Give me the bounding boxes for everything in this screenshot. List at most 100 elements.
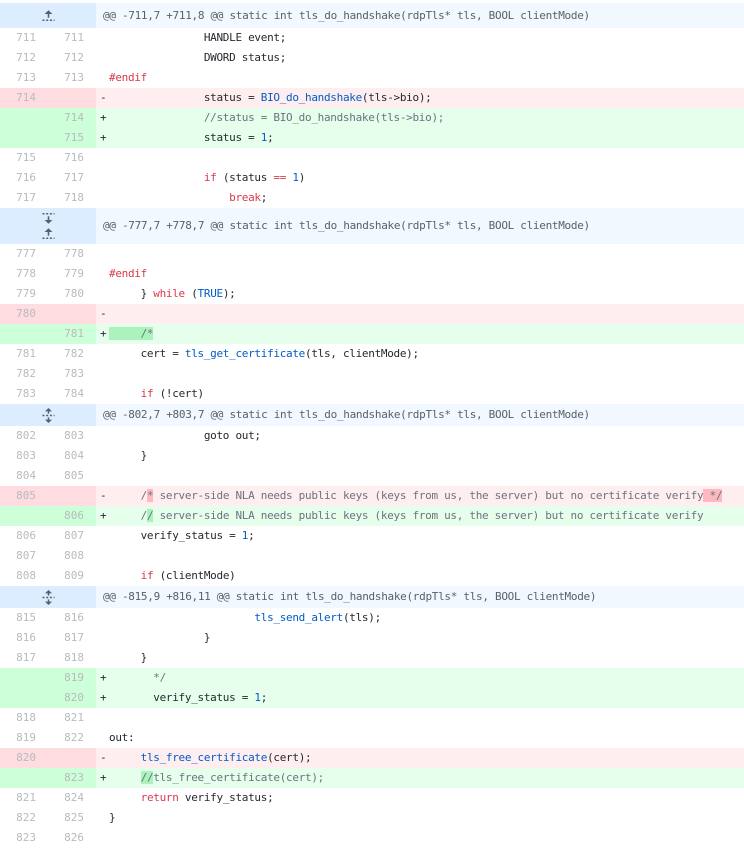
code-text: //status = BIO_do_handshake(tls->bio); xyxy=(109,111,445,124)
new-line-number[interactable]: 716 xyxy=(48,148,96,168)
new-line-number[interactable]: 805 xyxy=(48,466,96,486)
diff-sign xyxy=(100,808,109,828)
new-line-number[interactable]: 778 xyxy=(48,244,96,264)
new-line-number[interactable]: 715 xyxy=(48,128,96,148)
expand-all-icon[interactable] xyxy=(42,407,55,424)
old-line-number[interactable]: 804 xyxy=(0,466,48,486)
code-text: if (status == 1) xyxy=(109,171,306,184)
expand-hunk-gutter[interactable] xyxy=(0,3,96,28)
old-line-number[interactable]: 817 xyxy=(0,648,48,668)
old-line-number[interactable]: 805 xyxy=(0,486,48,506)
old-line-number[interactable] xyxy=(0,688,48,708)
code-segment: //status = BIO_do_handshake(tls->bio); xyxy=(109,111,445,124)
new-line-number[interactable]: 825 xyxy=(48,808,96,828)
old-line-number[interactable]: 777 xyxy=(0,244,48,264)
code-segment: (!cert) xyxy=(153,387,205,400)
old-line-number[interactable]: 823 xyxy=(0,828,48,848)
new-line-number[interactable]: 804 xyxy=(48,446,96,466)
old-line-number[interactable]: 715 xyxy=(0,148,48,168)
new-line-number[interactable]: 808 xyxy=(48,546,96,566)
old-line-number[interactable]: 782 xyxy=(0,364,48,384)
diff-line-row: 783 784 if (!cert) xyxy=(0,384,744,404)
new-line-number[interactable]: 781 xyxy=(48,324,96,344)
old-line-number[interactable] xyxy=(0,324,48,344)
new-line-number[interactable]: 822 xyxy=(48,728,96,748)
old-line-number[interactable]: 713 xyxy=(0,68,48,88)
new-line-number[interactable]: 779 xyxy=(48,264,96,284)
old-line-number[interactable]: 712 xyxy=(0,48,48,68)
old-line-number[interactable] xyxy=(0,668,48,688)
new-line-number[interactable] xyxy=(48,486,96,506)
old-line-number[interactable]: 717 xyxy=(0,188,48,208)
old-line-number[interactable]: 822 xyxy=(0,808,48,828)
new-line-number[interactable]: 809 xyxy=(48,566,96,586)
new-line-number[interactable]: 711 xyxy=(48,28,96,48)
new-line-number[interactable]: 780 xyxy=(48,284,96,304)
code-segment: tls_send_alert xyxy=(254,611,343,624)
code-line: #endif xyxy=(96,68,744,88)
new-line-number[interactable]: 718 xyxy=(48,188,96,208)
new-line-number[interactable] xyxy=(48,748,96,768)
new-line-number[interactable]: 817 xyxy=(48,628,96,648)
expand-down-icon[interactable] xyxy=(42,212,55,225)
code-segment: TRUE xyxy=(197,287,224,300)
new-line-number[interactable]: 712 xyxy=(48,48,96,68)
diff-sign xyxy=(100,168,109,188)
code-segment: #endif xyxy=(109,71,147,84)
new-line-number[interactable]: 783 xyxy=(48,364,96,384)
new-line-number[interactable]: 824 xyxy=(48,788,96,808)
new-line-number[interactable]: 823 xyxy=(48,768,96,788)
old-line-number[interactable]: 818 xyxy=(0,708,48,728)
old-line-number[interactable] xyxy=(0,768,48,788)
code-segment: /* xyxy=(109,327,154,340)
old-line-number[interactable]: 802 xyxy=(0,426,48,446)
expand-up-icon[interactable] xyxy=(42,227,55,240)
new-line-number[interactable] xyxy=(48,88,96,108)
expand-hunk-gutter[interactable] xyxy=(0,586,96,608)
old-line-number[interactable]: 716 xyxy=(0,168,48,188)
new-line-number[interactable]: 816 xyxy=(48,608,96,628)
old-line-number[interactable]: 779 xyxy=(0,284,48,304)
old-line-number[interactable]: 806 xyxy=(0,526,48,546)
old-line-number[interactable] xyxy=(0,128,48,148)
code-text: break; xyxy=(109,191,267,204)
old-line-number[interactable]: 820 xyxy=(0,748,48,768)
old-line-number[interactable] xyxy=(0,108,48,128)
old-line-number[interactable] xyxy=(0,506,48,526)
old-line-number[interactable]: 808 xyxy=(0,566,48,586)
new-line-number[interactable]: 782 xyxy=(48,344,96,364)
code-text: /* xyxy=(109,327,154,340)
expand-up-icon[interactable] xyxy=(42,9,55,22)
diff-line-row: 819 + */ xyxy=(0,668,744,688)
new-line-number[interactable]: 819 xyxy=(48,668,96,688)
new-line-number[interactable]: 713 xyxy=(48,68,96,88)
old-line-number[interactable]: 815 xyxy=(0,608,48,628)
old-line-number[interactable]: 711 xyxy=(0,28,48,48)
new-line-number[interactable]: 803 xyxy=(48,426,96,446)
old-line-number[interactable]: 807 xyxy=(0,546,48,566)
old-line-number[interactable]: 819 xyxy=(0,728,48,748)
old-line-number[interactable]: 821 xyxy=(0,788,48,808)
new-line-number[interactable]: 820 xyxy=(48,688,96,708)
old-line-number[interactable]: 816 xyxy=(0,628,48,648)
old-line-number[interactable]: 778 xyxy=(0,264,48,284)
new-line-number[interactable]: 806 xyxy=(48,506,96,526)
new-line-number[interactable] xyxy=(48,304,96,324)
new-line-number[interactable]: 821 xyxy=(48,708,96,728)
old-line-number[interactable]: 783 xyxy=(0,384,48,404)
old-line-number[interactable]: 714 xyxy=(0,88,48,108)
expand-hunk-gutter[interactable] xyxy=(0,208,96,244)
old-line-number[interactable]: 781 xyxy=(0,344,48,364)
expand-hunk-gutter[interactable] xyxy=(0,404,96,426)
new-line-number[interactable]: 826 xyxy=(48,828,96,848)
new-line-number[interactable]: 818 xyxy=(48,648,96,668)
new-line-number[interactable]: 714 xyxy=(48,108,96,128)
old-line-number[interactable]: 803 xyxy=(0,446,48,466)
old-line-number[interactable]: 780 xyxy=(0,304,48,324)
diff-sign xyxy=(100,244,109,264)
expand-all-icon[interactable] xyxy=(42,589,55,606)
new-line-number[interactable]: 784 xyxy=(48,384,96,404)
new-line-number[interactable]: 807 xyxy=(48,526,96,546)
new-line-number[interactable]: 717 xyxy=(48,168,96,188)
